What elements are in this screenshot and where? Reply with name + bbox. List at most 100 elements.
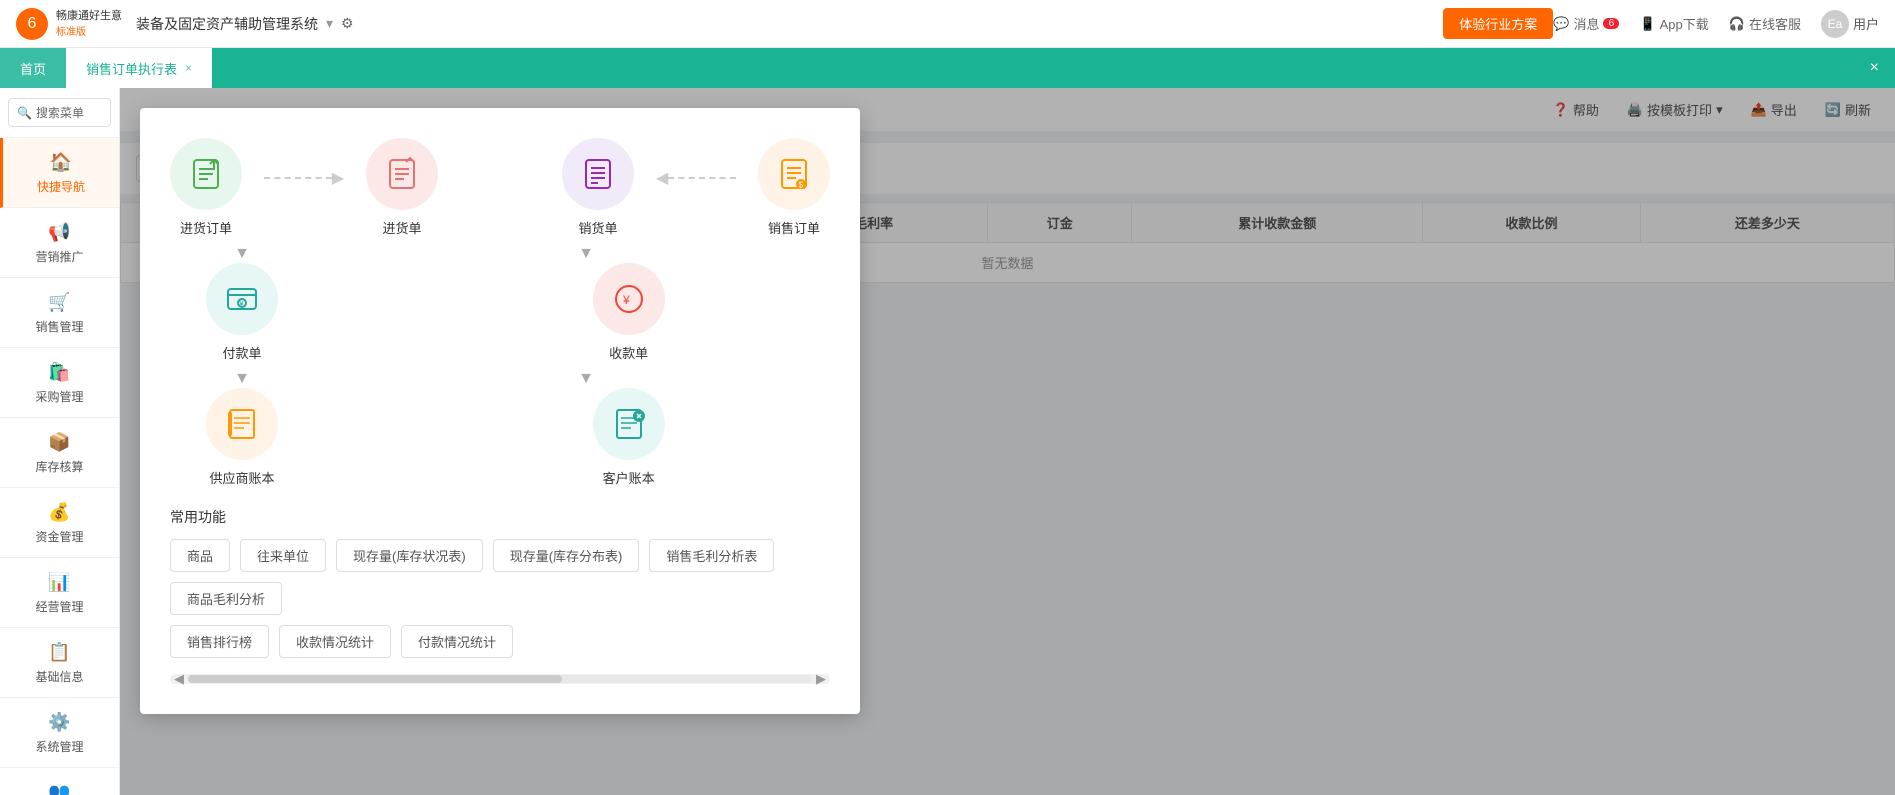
func-btn-sales-profit[interactable]: 销售毛利分析表 [649,539,774,572]
workflow-row3: 供应商账本 客户账本 [170,388,830,487]
sidebar-item-finance[interactable]: 💰 资金管理 [0,488,119,558]
supplier-ledger-circle [206,388,278,460]
modal-overlay[interactable]: 进货订单 ▶ 进货单 [120,88,1895,795]
purchase-order-circle [170,138,242,210]
wf-node-supplier-ledger[interactable]: 供应商账本 [206,388,278,487]
sidebar-item-purchase[interactable]: 🛍️ 采购管理 [0,348,119,418]
wf-node-payment-in[interactable]: ¥ 收款单 [593,263,665,362]
arrow-po-to-p: ▶ [264,168,344,188]
tabs-close-btn[interactable]: × [1854,48,1895,88]
home-icon: 🏠 [49,150,73,174]
wf-node-purchase[interactable]: 进货单 [366,138,438,237]
func-btn-product-profit[interactable]: 商品毛利分析 [170,582,282,615]
finance-icon: 💰 [48,500,72,524]
operations-icon: 📊 [48,570,72,594]
svg-text:¥: ¥ [622,293,630,307]
system-title: 装备及固定资产辅助管理系统 ▾ ⚙ [136,14,1443,34]
payment-out-circle: ¥ [206,263,278,335]
settings-icon[interactable]: ⚙ [341,15,354,32]
wf-node-customer-ledger[interactable]: 客户账本 [593,388,665,487]
sale-order-circle: $ [758,138,830,210]
message-btn[interactable]: 💬 消息 6 [1553,14,1619,33]
sales-tab-label: 销售订单执行表 [86,59,177,78]
sidebar: 🔍 搜索菜单 🏠 快捷导航 📢 营销推广 🛒 销售管理 🛍️ 采购管理 📦 库存… [0,88,120,795]
spacer-down2 [722,245,794,263]
experience-btn[interactable]: 体验行业方案 [1443,8,1553,39]
search-icon: 🔍 [17,106,32,120]
spacer-down4 [722,370,794,388]
main-layout: 🔍 搜索菜单 🏠 快捷导航 📢 营销推广 🛒 销售管理 🛍️ 采购管理 📦 库存… [0,88,1895,795]
down-arrow-sale: ▼ [550,245,622,263]
nav-tabs: 首页 销售订单执行表 × × [0,48,1895,88]
close-tab-icon[interactable]: × [185,61,192,75]
func-btn-stock-dist[interactable]: 现存量(库存分布表) [493,539,640,572]
svg-text:$: $ [799,181,804,190]
sidebar-item-basic-info[interactable]: 📋 基础信息 [0,628,119,698]
sales-icon: 🛒 [48,290,72,314]
down-arrow-payment-in: ▼ [550,370,622,388]
purchase-order-label: 进货订单 [180,218,232,237]
sidebar-search: 🔍 搜索菜单 [0,88,119,138]
sale-order-label: 销售订单 [768,218,820,237]
purchase-circle [366,138,438,210]
user-menu[interactable]: Ea 用户 [1821,10,1879,38]
func-btn-product[interactable]: 商品 [170,539,230,572]
modal-box: 进货订单 ▶ 进货单 [140,108,860,714]
purchase-label: 进货单 [382,218,421,237]
app-download-btn[interactable]: 📱 App下载 [1639,14,1708,33]
down-arrow-purchase: ▼ [206,245,278,263]
logo-icon: 6 [16,8,48,40]
tab-sales-order[interactable]: 销售订单执行表 × [66,48,212,88]
phone-icon: 📱 [1639,16,1655,32]
customer-ledger-label: 客户账本 [603,468,655,487]
wf-node-purchase-order[interactable]: 进货订单 [170,138,242,237]
payment-in-circle: ¥ [593,263,665,335]
inventory-icon: 📦 [48,430,72,454]
common-functions: 常用功能 商品 往来单位 现存量(库存状况表) 现存量(库存分布表) 销售毛利分… [170,507,830,658]
scroll-right-icon[interactable]: ▶ [812,671,830,687]
tab-home[interactable]: 首页 [0,48,66,88]
workflow-row1: 进货订单 ▶ 进货单 [170,138,830,237]
sidebar-item-inventory[interactable]: 📦 库存核算 [0,418,119,488]
user-avatar: Ea [1821,10,1849,38]
common-func-title: 常用功能 [170,507,830,527]
down-arrow-payment-out: ▼ [206,370,278,388]
sidebar-item-marketing[interactable]: 📢 营销推广 [0,208,119,278]
func-buttons-row2: 销售排行榜 收款情况统计 付款情况统计 [170,625,830,658]
logo-area: 6 畅康通好生意 标准版 [16,8,136,40]
func-btn-partner[interactable]: 往来单位 [240,539,326,572]
func-btn-sales-rank[interactable]: 销售排行榜 [170,625,269,658]
system-icon: ⚙️ [48,710,72,734]
top-header: 6 畅康通好生意 标准版 装备及固定资产辅助管理系统 ▾ ⚙ 体验行业方案 💬 … [0,0,1895,48]
sidebar-item-system[interactable]: ⚙️ 系统管理 [0,698,119,768]
system-dropdown-icon[interactable]: ▾ [326,15,333,32]
content-area: ❓ 帮助 🖨️ 按模板打印 ▾ 📤 导出 🔄 刷新 📅 单据状态 [120,88,1895,795]
wf-node-sale-order[interactable]: $ 销售订单 [758,138,830,237]
logo-sub: 标准版 [56,23,122,38]
sidebar-item-sales[interactable]: 🛒 销售管理 [0,278,119,348]
home-tab-label: 首页 [20,59,46,78]
sidebar-item-collab[interactable]: 👥 企业协同 [0,768,119,795]
arrow-so-to-s: ◀ [656,168,736,188]
scrollbar-thumb[interactable] [188,675,562,683]
header-right: 💬 消息 6 📱 App下载 🎧 在线客服 Ea 用户 [1553,10,1879,38]
purchase-icon: 🛍️ [48,360,72,384]
wf-node-payment-out[interactable]: ¥ 付款单 [206,263,278,362]
wf-node-sale[interactable]: 销货单 [562,138,634,237]
scrollbar-track[interactable] [188,675,812,683]
scroll-left-icon[interactable]: ◀ [170,671,188,687]
sidebar-item-operations[interactable]: 📊 经营管理 [0,558,119,628]
func-btn-payment-stats[interactable]: 付款情况统计 [401,625,513,658]
func-btn-receipt-stats[interactable]: 收款情况统计 [279,625,391,658]
spacer-down [378,245,450,263]
sale-circle [562,138,634,210]
modal-scrollbar[interactable]: ◀ ▶ [170,674,830,684]
spacer-down3 [378,370,450,388]
workflow-down-arrows: ▼ ▼ [170,245,830,263]
online-service-btn[interactable]: 🎧 在线客服 [1729,14,1801,33]
sidebar-item-quick-nav[interactable]: 🏠 快捷导航 [0,138,119,208]
payment-out-label: 付款单 [222,343,261,362]
search-menu-btn[interactable]: 🔍 搜索菜单 [8,98,111,127]
logo-name: 畅康通好生意 [56,9,122,23]
func-btn-stock-status[interactable]: 现存量(库存状况表) [336,539,483,572]
